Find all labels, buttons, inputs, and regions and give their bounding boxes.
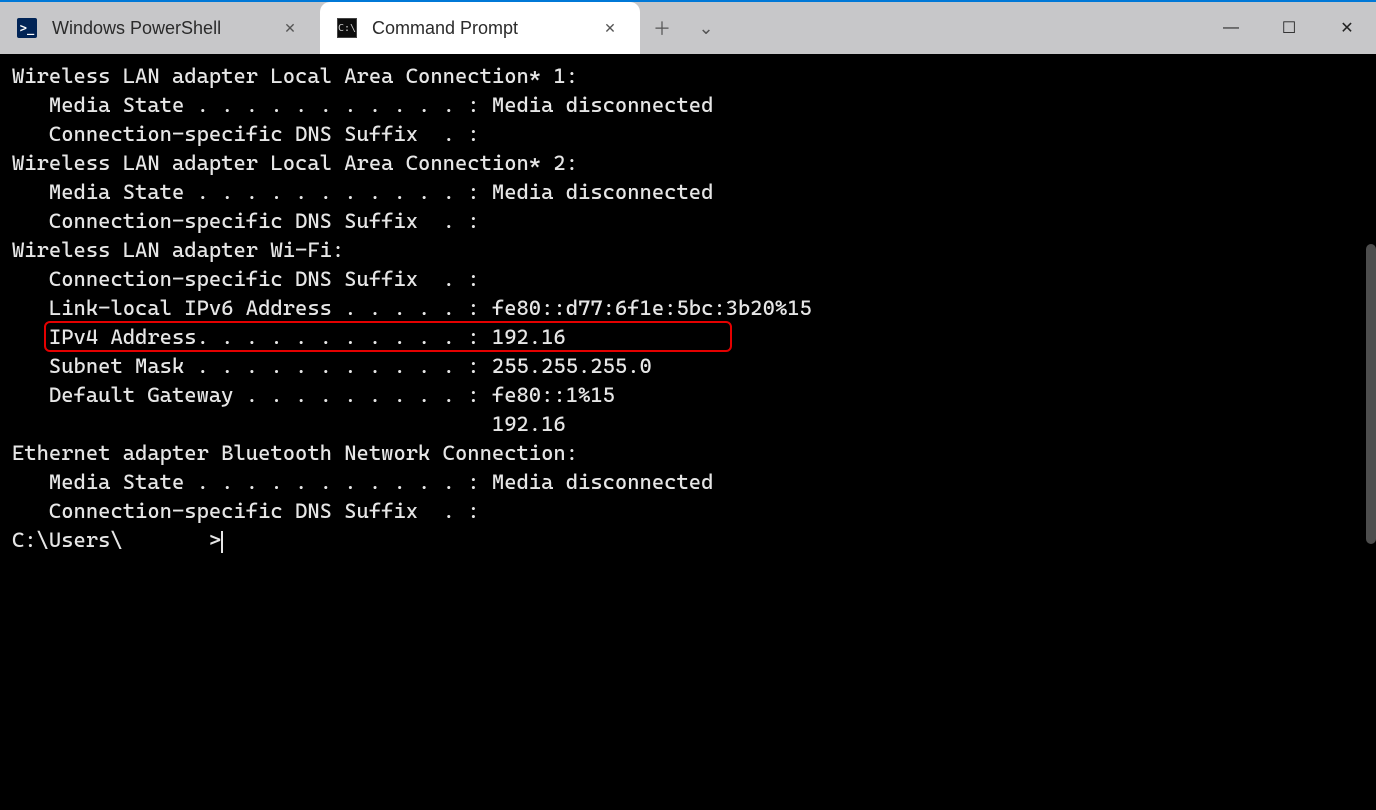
output-line: Connection-specific DNS Suffix . : bbox=[12, 497, 1364, 526]
output-line: Media State . . . . . . . . . . . : Medi… bbox=[12, 468, 1364, 497]
output-line: Connection-specific DNS Suffix . : bbox=[12, 265, 1364, 294]
tab-command-prompt[interactable]: C:\ Command Prompt ✕ bbox=[320, 2, 640, 54]
adapter-header: Wireless LAN adapter Wi-Fi: bbox=[12, 236, 1364, 265]
output-line: Link-local IPv6 Address . . . . . : fe80… bbox=[12, 294, 1364, 323]
redacted-username bbox=[123, 528, 209, 552]
window-controls: — ☐ ✕ bbox=[1202, 2, 1376, 54]
adapter-header: Ethernet adapter Bluetooth Network Conne… bbox=[12, 439, 1364, 468]
tab-close-button[interactable]: ✕ bbox=[596, 14, 624, 42]
adapter-header: Wireless LAN adapter Local Area Connecti… bbox=[12, 149, 1364, 178]
tab-title: Command Prompt bbox=[372, 18, 596, 39]
output-line: Default Gateway . . . . . . . . . : fe80… bbox=[12, 381, 1364, 410]
output-line: IPv4 Address. . . . . . . . . . . : 192.… bbox=[12, 323, 1364, 352]
scrollbar[interactable] bbox=[1364, 54, 1376, 810]
titlebar-drag-area[interactable] bbox=[728, 2, 1202, 54]
maximize-button[interactable]: ☐ bbox=[1260, 2, 1318, 54]
output-line: Connection-specific DNS Suffix . : bbox=[12, 120, 1364, 149]
close-window-button[interactable]: ✕ bbox=[1318, 2, 1376, 54]
adapter-header: Wireless LAN adapter Local Area Connecti… bbox=[12, 62, 1364, 91]
tab-close-button[interactable]: ✕ bbox=[276, 14, 304, 42]
output-line: 192.16 bbox=[12, 410, 1364, 439]
prompt-prefix: C:\Users\ bbox=[12, 528, 123, 552]
new-tab-button[interactable]: ＋ bbox=[640, 2, 684, 54]
powershell-icon: >_ bbox=[16, 17, 38, 39]
terminal-output[interactable]: Wireless LAN adapter Local Area Connecti… bbox=[0, 54, 1376, 810]
text-cursor bbox=[221, 531, 223, 553]
tab-dropdown-button[interactable]: ⌄ bbox=[684, 2, 728, 54]
titlebar[interactable]: >_ Windows PowerShell ✕ C:\ Command Prom… bbox=[0, 0, 1376, 54]
cmd-icon: C:\ bbox=[336, 17, 358, 39]
prompt-suffix: > bbox=[209, 528, 221, 552]
tab-controls: ＋ ⌄ bbox=[640, 2, 728, 54]
output-line: Subnet Mask . . . . . . . . . . . : 255.… bbox=[12, 352, 1364, 381]
output-line: Media State . . . . . . . . . . . : Medi… bbox=[12, 91, 1364, 120]
output-line: Media State . . . . . . . . . . . : Medi… bbox=[12, 178, 1364, 207]
prompt-line[interactable]: C:\Users\ > bbox=[12, 526, 1364, 555]
output-line: Connection-specific DNS Suffix . : bbox=[12, 207, 1364, 236]
tab-powershell[interactable]: >_ Windows PowerShell ✕ bbox=[0, 2, 320, 54]
terminal-window: >_ Windows PowerShell ✕ C:\ Command Prom… bbox=[0, 0, 1376, 810]
minimize-button[interactable]: — bbox=[1202, 2, 1260, 54]
tab-title: Windows PowerShell bbox=[52, 18, 276, 39]
scrollbar-thumb[interactable] bbox=[1366, 244, 1376, 544]
